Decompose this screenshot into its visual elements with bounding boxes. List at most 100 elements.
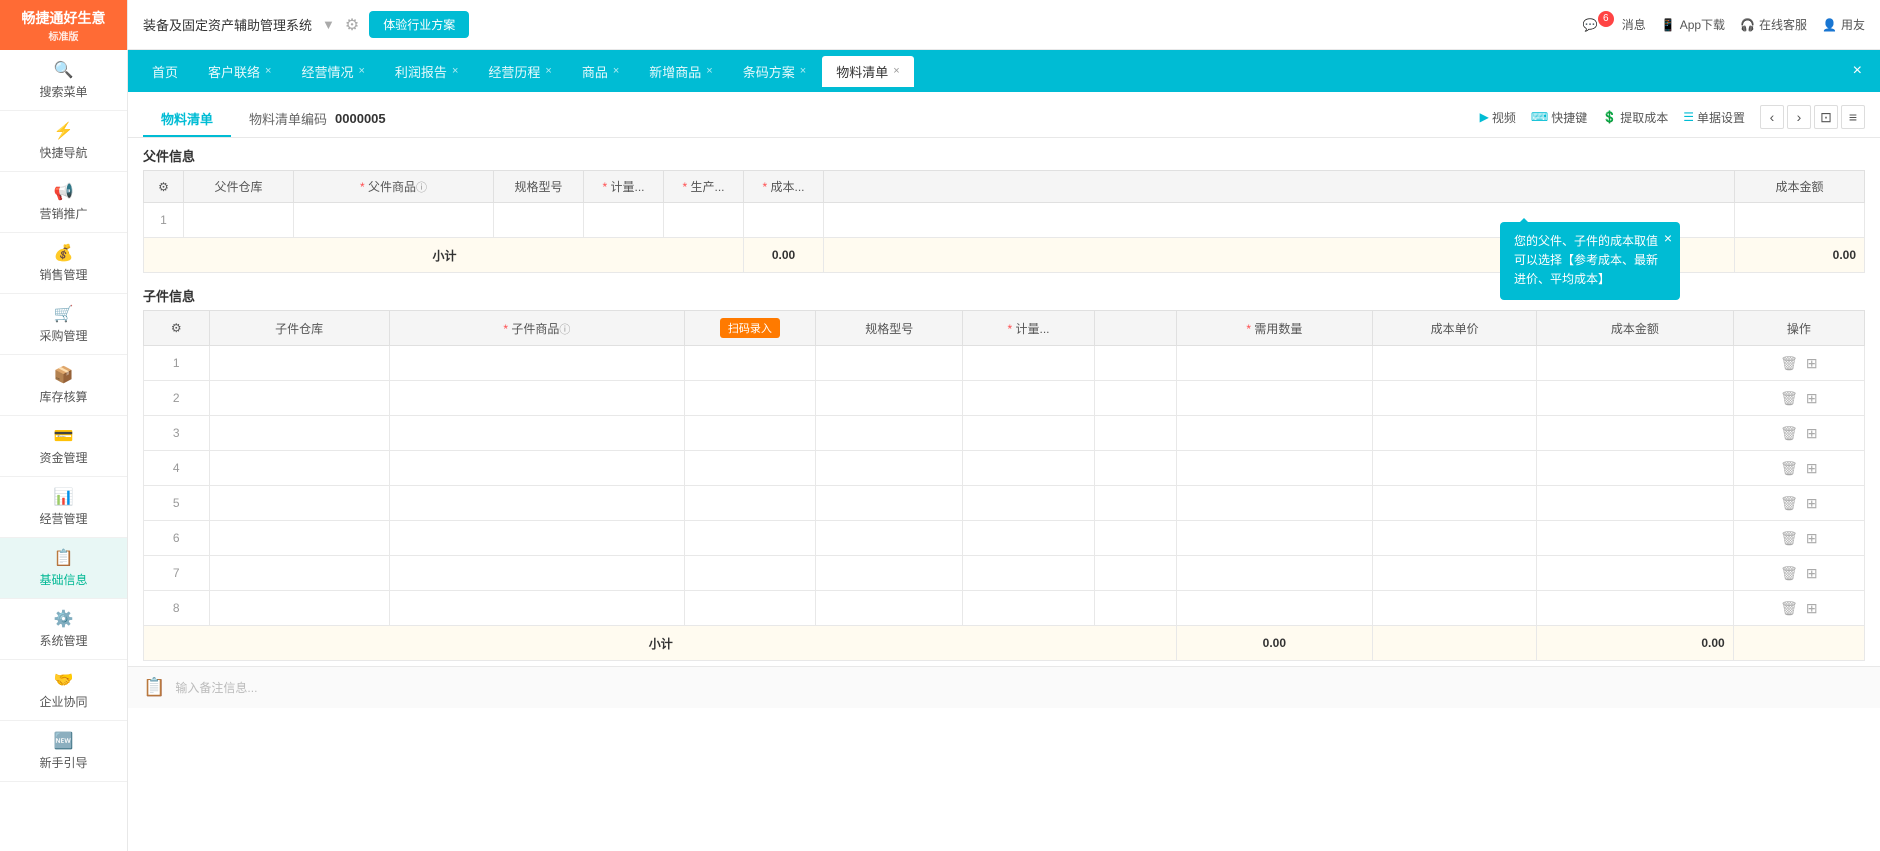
sub-tab-bom[interactable]: 物料清单 bbox=[143, 102, 231, 137]
sidebar-item-enterprise[interactable]: 🤝 企业协同 bbox=[0, 660, 127, 721]
toolbar-setting[interactable]: ☰ 单据设置 bbox=[1683, 109, 1745, 126]
tab-operation-close[interactable]: × bbox=[358, 65, 364, 77]
child-row-1-unit[interactable] bbox=[963, 346, 1094, 381]
scan-btn[interactable]: 扫码录入 bbox=[720, 318, 780, 338]
toolbar-cost[interactable]: 💲 提取成本 bbox=[1602, 109, 1668, 126]
child-row-5-product[interactable] bbox=[389, 486, 684, 521]
child-row-5-scan[interactable] bbox=[684, 486, 815, 521]
child-row-1-spec[interactable] bbox=[815, 346, 963, 381]
child-row-3-amount[interactable] bbox=[1537, 416, 1734, 451]
tooltip-close-btn[interactable]: × bbox=[1664, 227, 1672, 249]
tab-bom-close[interactable]: × bbox=[893, 65, 899, 77]
tab-home[interactable]: 首页 bbox=[138, 56, 192, 87]
child-row-7-unit[interactable] bbox=[963, 556, 1094, 591]
delete-icon-4[interactable]: 🗑 bbox=[1780, 460, 1798, 477]
delete-icon-3[interactable]: 🗑 bbox=[1780, 425, 1798, 442]
parent-row-1-cost[interactable] bbox=[744, 203, 824, 238]
delete-icon-1[interactable]: 🗑 bbox=[1780, 355, 1798, 372]
child-row-5-spec[interactable] bbox=[815, 486, 963, 521]
child-row-7-amount[interactable] bbox=[1537, 556, 1734, 591]
child-row-4-product[interactable] bbox=[389, 451, 684, 486]
child-row-7-scan[interactable] bbox=[684, 556, 815, 591]
child-row-2-warehouse[interactable] bbox=[209, 381, 389, 416]
tab-customer[interactable]: 客户联络 × bbox=[194, 56, 285, 87]
tab-new-goods[interactable]: 新增商品 × bbox=[635, 56, 726, 87]
app-download-item[interactable]: 📱 App下载 bbox=[1661, 16, 1725, 33]
child-row-8-ops[interactable]: 🗑 ⊞ bbox=[1733, 591, 1864, 626]
parent-row-1-prod[interactable] bbox=[664, 203, 744, 238]
child-row-5-unitcost[interactable] bbox=[1373, 486, 1537, 521]
delete-icon-2[interactable]: 🗑 bbox=[1780, 390, 1798, 407]
child-row-4-ops[interactable]: 🗑 ⊞ bbox=[1733, 451, 1864, 486]
tab-profit-close[interactable]: × bbox=[452, 65, 458, 77]
child-row-3-product[interactable] bbox=[389, 416, 684, 451]
child-row-8-unit[interactable] bbox=[963, 591, 1094, 626]
child-row-8-unitcost[interactable] bbox=[1373, 591, 1537, 626]
child-row-8-qty[interactable] bbox=[1176, 591, 1373, 626]
copy-icon-6[interactable]: ⊞ bbox=[1806, 530, 1818, 547]
child-row-3-scan[interactable] bbox=[684, 416, 815, 451]
child-row-1-ops[interactable]: 🗑 ⊞ bbox=[1733, 346, 1864, 381]
child-row-5-unit[interactable] bbox=[963, 486, 1094, 521]
tab-bom[interactable]: 物料清单 × bbox=[822, 56, 913, 87]
parent-row-1-unit[interactable] bbox=[584, 203, 664, 238]
child-row-2-unitcost[interactable] bbox=[1373, 381, 1537, 416]
next-btn[interactable]: › bbox=[1787, 105, 1811, 129]
child-row-2-amount[interactable] bbox=[1537, 381, 1734, 416]
sidebar-item-guide[interactable]: 🆕 新手引导 bbox=[0, 721, 127, 782]
online-service-item[interactable]: 🎧 在线客服 bbox=[1740, 16, 1807, 33]
child-row-4-unit[interactable] bbox=[963, 451, 1094, 486]
tab-new-goods-close[interactable]: × bbox=[706, 65, 712, 77]
child-row-3-warehouse[interactable] bbox=[209, 416, 389, 451]
tab-history[interactable]: 经营历程 × bbox=[474, 56, 565, 87]
message-item[interactable]: 💬 6 消息 bbox=[1583, 16, 1646, 33]
child-row-3-ops[interactable]: 🗑 ⊞ bbox=[1733, 416, 1864, 451]
sidebar-item-finance[interactable]: 💳 资金管理 bbox=[0, 416, 127, 477]
parent-row-1-warehouse[interactable] bbox=[184, 203, 294, 238]
experience-btn[interactable]: 体验行业方案 bbox=[369, 11, 469, 38]
tab-operation[interactable]: 经营情况 × bbox=[287, 56, 378, 87]
child-row-7-ops[interactable]: 🗑 ⊞ bbox=[1733, 556, 1864, 591]
sidebar-item-purchase[interactable]: 🛒 采购管理 bbox=[0, 294, 127, 355]
tab-close-all[interactable]: × bbox=[1845, 62, 1870, 80]
child-row-4-amount[interactable] bbox=[1537, 451, 1734, 486]
delete-icon-7[interactable]: 🗑 bbox=[1780, 565, 1798, 582]
child-row-6-ops[interactable]: 🗑 ⊞ bbox=[1733, 521, 1864, 556]
copy-icon-5[interactable]: ⊞ bbox=[1806, 495, 1818, 512]
copy-icon-3[interactable]: ⊞ bbox=[1806, 425, 1818, 442]
sidebar-item-system[interactable]: ⚙️ 系统管理 bbox=[0, 599, 127, 660]
child-row-7-qty[interactable] bbox=[1176, 556, 1373, 591]
expand-icon[interactable]: ▼ bbox=[322, 17, 335, 32]
child-row-8-spec[interactable] bbox=[815, 591, 963, 626]
child-row-1-warehouse[interactable] bbox=[209, 346, 389, 381]
sub-tab-code[interactable]: 物料清单编码 0000005 bbox=[231, 102, 404, 137]
child-row-2-product[interactable] bbox=[389, 381, 684, 416]
sidebar-item-basic[interactable]: 📋 基础信息 bbox=[0, 538, 127, 599]
child-row-1-scan[interactable] bbox=[684, 346, 815, 381]
user-item[interactable]: 👤 用友 bbox=[1822, 16, 1865, 33]
child-row-7-product[interactable] bbox=[389, 556, 684, 591]
tab-profit[interactable]: 利润报告 × bbox=[381, 56, 472, 87]
sidebar-item-sales[interactable]: 💰 销售管理 bbox=[0, 233, 127, 294]
child-row-7-warehouse[interactable] bbox=[209, 556, 389, 591]
settings-icon[interactable]: ⚙ bbox=[345, 15, 359, 35]
toolbar-view[interactable]: ▶ 视频 bbox=[1480, 109, 1516, 126]
child-row-7-spec[interactable] bbox=[815, 556, 963, 591]
child-row-4-scan[interactable] bbox=[684, 451, 815, 486]
sidebar-item-operations[interactable]: 📊 经营管理 bbox=[0, 477, 127, 538]
child-row-5-ops[interactable]: 🗑 ⊞ bbox=[1733, 486, 1864, 521]
child-row-6-unitcost[interactable] bbox=[1373, 521, 1537, 556]
child-row-4-qty[interactable] bbox=[1176, 451, 1373, 486]
child-row-3-unitcost[interactable] bbox=[1373, 416, 1537, 451]
child-row-5-warehouse[interactable] bbox=[209, 486, 389, 521]
child-row-8-scan[interactable] bbox=[684, 591, 815, 626]
child-row-8-product[interactable] bbox=[389, 591, 684, 626]
child-row-3-qty[interactable] bbox=[1176, 416, 1373, 451]
child-row-6-unit[interactable] bbox=[963, 521, 1094, 556]
child-row-3-spec[interactable] bbox=[815, 416, 963, 451]
child-row-6-spec[interactable] bbox=[815, 521, 963, 556]
parent-row-1-amount[interactable] bbox=[1735, 203, 1865, 238]
child-row-4-unitcost[interactable] bbox=[1373, 451, 1537, 486]
tab-goods[interactable]: 商品 × bbox=[568, 56, 633, 87]
copy-icon-7[interactable]: ⊞ bbox=[1806, 565, 1818, 582]
